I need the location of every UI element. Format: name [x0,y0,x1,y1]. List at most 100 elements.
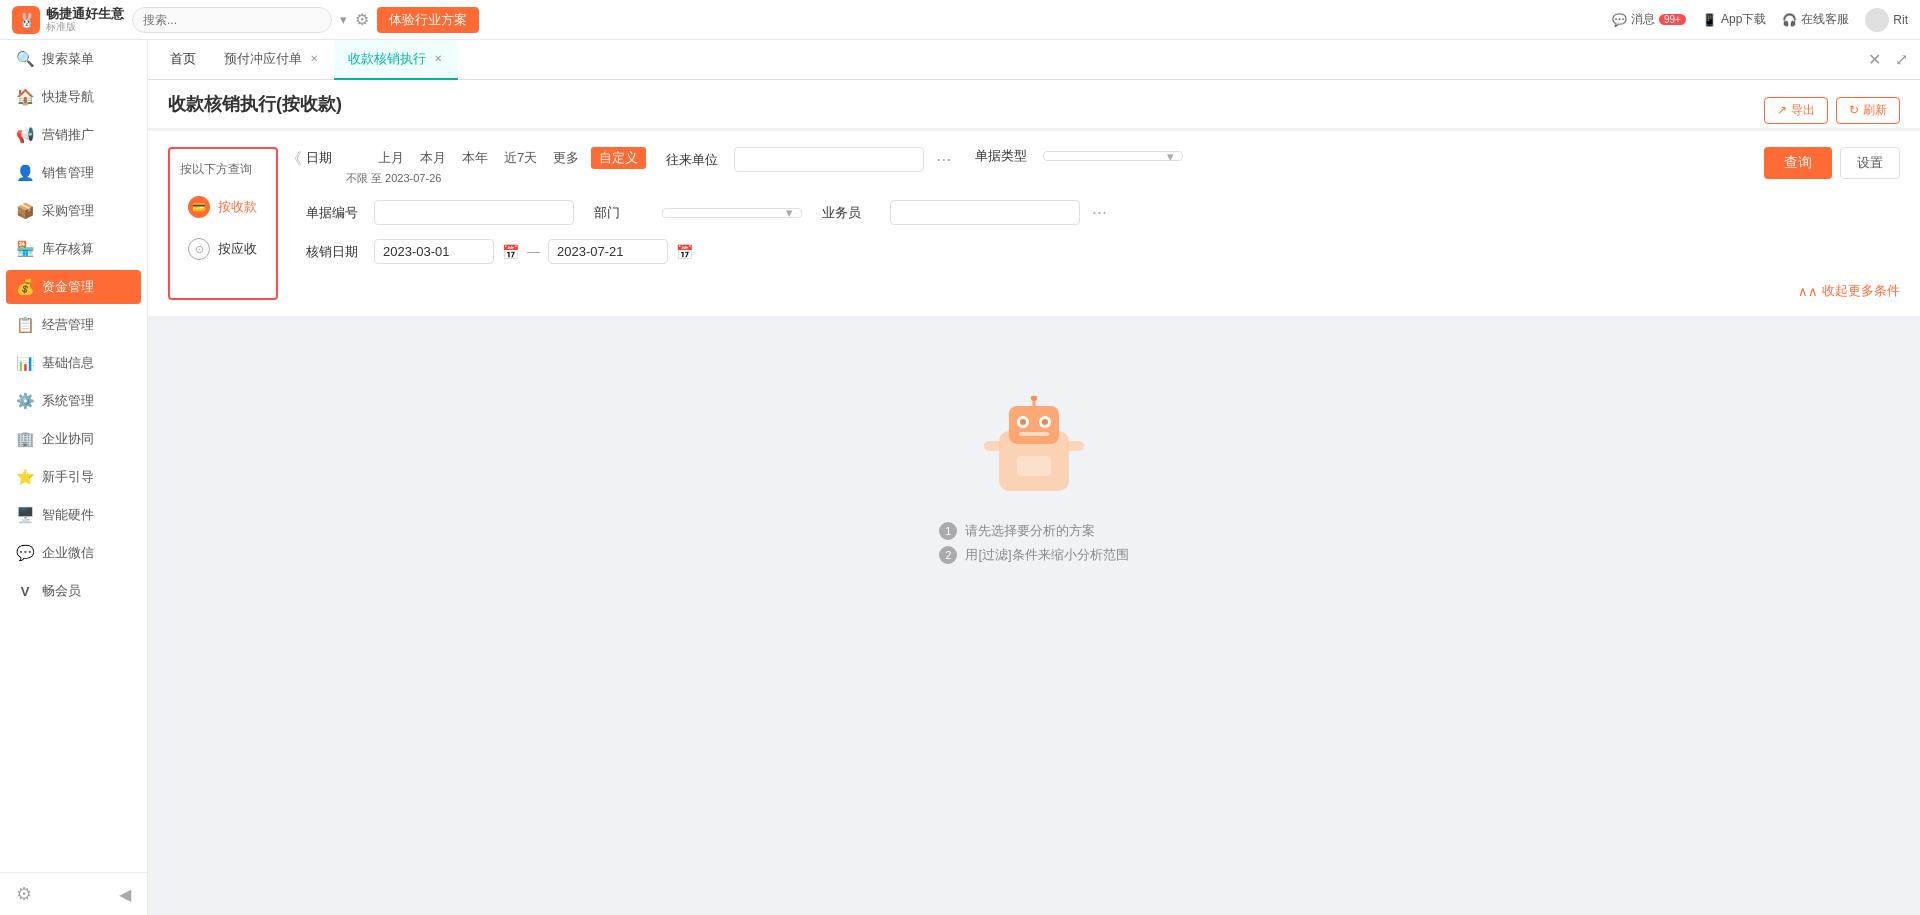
date-tabs: 上月 本月 本年 近7天 更多 自定义 [374,147,646,169]
message-btn[interactable]: 💬 消息 99+ [1612,11,1686,28]
filter-row-1: 日期 上月 本月 本年 近7天 更多 自定义 [306,147,1900,186]
user-name: Rit [1893,13,1908,27]
top-bar-actions: 💬 消息 99+ 📱 App下载 🎧 在线客服 Rit [1612,8,1908,32]
counterpart-input[interactable] [734,147,924,172]
sidebar-item-hardware[interactable]: 🖥️ 智能硬件 [0,496,147,534]
collapse-panel-btn[interactable]: 《 [286,149,306,170]
sidebar-item-finance[interactable]: 💰 资金管理 [6,270,141,304]
verify-date-end-input[interactable] [548,239,668,264]
sidebar-bottom: ⚙ ◀ [0,872,147,915]
sidebar-item-basic[interactable]: 📊 基础信息 [0,344,147,382]
search-input[interactable] [132,7,332,33]
sidebar-item-system[interactable]: ⚙️ 系统管理 [0,382,147,420]
date-tab-7days[interactable]: 近7天 [500,147,541,169]
tab-home-label: 首页 [170,50,196,68]
sidebar-item-guide[interactable]: ⭐ 新手引导 [0,458,147,496]
query-method-panel: 按以下方查询 💳 按收款 ⊙ 按应收 [168,147,278,300]
refresh-icon: ↻ [1849,103,1859,117]
verify-date-start-input[interactable] [374,239,494,264]
empty-text: 1 请先选择要分析的方案 2 用[过滤]条件来缩小分析范围 [939,522,1128,564]
vip-icon: V [16,584,34,599]
counterpart-label: 往来单位 [666,151,726,169]
counterpart-ellipsis[interactable]: ··· [932,149,955,170]
doctype-select[interactable]: ▾ [1043,151,1183,161]
date-tab-this-year[interactable]: 本年 [458,147,492,169]
docnum-input[interactable] [374,200,574,225]
tab-prepay-close[interactable]: ✕ [308,52,320,65]
sidebar-item-operations[interactable]: 📋 经营管理 [0,306,147,344]
filter-with-panel: 按以下方查询 💳 按收款 ⊙ 按应收 《 [168,147,1900,300]
user-profile-btn[interactable]: Rit [1865,8,1908,32]
home-icon: 🏠 [16,88,34,106]
search-dropdown-icon[interactable]: ▾ [340,12,347,27]
sidebar-item-purchase[interactable]: 📦 采购管理 [0,192,147,230]
setting-btn[interactable]: 设置 [1840,147,1900,179]
sidebar-collapse-icon[interactable]: ◀ [119,885,131,904]
tab-home[interactable]: 首页 [156,40,210,80]
guide-icon: ⭐ [16,468,34,486]
filter-row-2: 单据编号 部门 ▾ [306,200,1900,225]
date-tab-this-month[interactable]: 本月 [416,147,450,169]
page-header-actions: ↗ 导出 ↻ 刷新 [1764,97,1900,124]
date-tab-more[interactable]: 更多 [549,147,583,169]
marketing-icon: 📢 [16,126,34,144]
tab-close-all-icon[interactable]: ✕ [1864,46,1885,73]
sidebar-item-quick-nav[interactable]: 🏠 快捷导航 [0,78,147,116]
calendar-end-icon[interactable]: 📅 [676,244,693,260]
sidebar-item-marketing[interactable]: 📢 营销推广 [0,116,147,154]
svg-point-5 [1042,419,1048,425]
basic-icon: 📊 [16,354,34,372]
dept-filter: 部门 ▾ [594,204,802,222]
collapse-more-btn[interactable]: ∧∧ 收起更多条件 [1798,282,1900,300]
online-service-btn[interactable]: 🎧 在线客服 [1782,11,1849,28]
sidebar-label-purchase: 采购管理 [42,202,94,220]
sidebar-label-quick-nav: 快捷导航 [42,88,94,106]
query-method-by-receipt[interactable]: 💳 按收款 [180,190,266,224]
filter-area: 按以下方查询 💳 按收款 ⊙ 按应收 《 [148,131,1920,316]
svg-rect-1 [1009,406,1059,444]
date-tab-custom[interactable]: 自定义 [591,147,646,169]
sidebar-item-wechat[interactable]: 💬 企业微信 [0,534,147,572]
tab-prepay[interactable]: 预付冲应付单 ✕ [210,40,334,80]
page-title: 收款核销执行(按收款) [168,92,342,128]
collapse-more-label: 收起更多条件 [1822,282,1900,300]
sidebar-item-vip[interactable]: V 畅会员 [0,572,147,610]
query-btn[interactable]: 查询 [1764,147,1832,179]
sidebar-settings-icon[interactable]: ⚙ [16,883,32,905]
tab-prepay-label: 预付冲应付单 [224,50,302,68]
export-label: 导出 [1791,102,1815,119]
svg-point-8 [1031,396,1037,401]
docnum-label: 单据编号 [306,204,366,222]
query-method-by-payable[interactable]: ⊙ 按应收 [180,232,266,266]
dept-select[interactable]: ▾ [662,208,802,218]
search-icon: 🔍 [16,50,34,68]
empty-hint-1: 1 请先选择要分析的方案 [939,522,1128,540]
calendar-start-icon[interactable]: 📅 [502,244,519,260]
sidebar-item-inventory[interactable]: 🏪 库存核算 [0,230,147,268]
app-download-btn[interactable]: 📱 App下载 [1702,11,1766,28]
industry-btn[interactable]: 体验行业方案 [377,7,479,33]
date-tab-last-month[interactable]: 上月 [374,147,408,169]
operations-icon: 📋 [16,316,34,334]
sidebar-label-vip: 畅会员 [42,582,81,600]
robot-svg [979,396,1089,506]
payable-method-icon: ⊙ [188,238,210,260]
online-service-label: 在线客服 [1801,11,1849,28]
refresh-btn[interactable]: ↻ 刷新 [1836,97,1900,124]
staff-ellipsis[interactable]: ··· [1088,202,1111,223]
staff-input[interactable] [890,200,1080,225]
main-layout: 🔍 搜索菜单 🏠 快捷导航 📢 营销推广 👤 销售管理 📦 采购管理 🏪 库存核… [0,40,1920,915]
sidebar-item-search-menu[interactable]: 🔍 搜索菜单 [0,40,147,78]
svg-rect-11 [1017,456,1051,476]
empty-illustration [979,396,1089,506]
doctype-filter: 单据类型 ▾ [975,147,1183,165]
sidebar-item-enterprise[interactable]: 🏢 企业协同 [0,420,147,458]
export-btn[interactable]: ↗ 导出 [1764,97,1828,124]
settings-icon[interactable]: ⚙ [355,10,369,29]
tab-receive-close[interactable]: ✕ [432,52,444,65]
sidebar-item-sales[interactable]: 👤 销售管理 [0,154,147,192]
app-download-label: App下载 [1721,11,1766,28]
tab-fullscreen-icon[interactable]: ⤢ [1891,46,1912,73]
sidebar-label-wechat: 企业微信 [42,544,94,562]
tab-receive[interactable]: 收款核销执行 ✕ [334,40,458,80]
